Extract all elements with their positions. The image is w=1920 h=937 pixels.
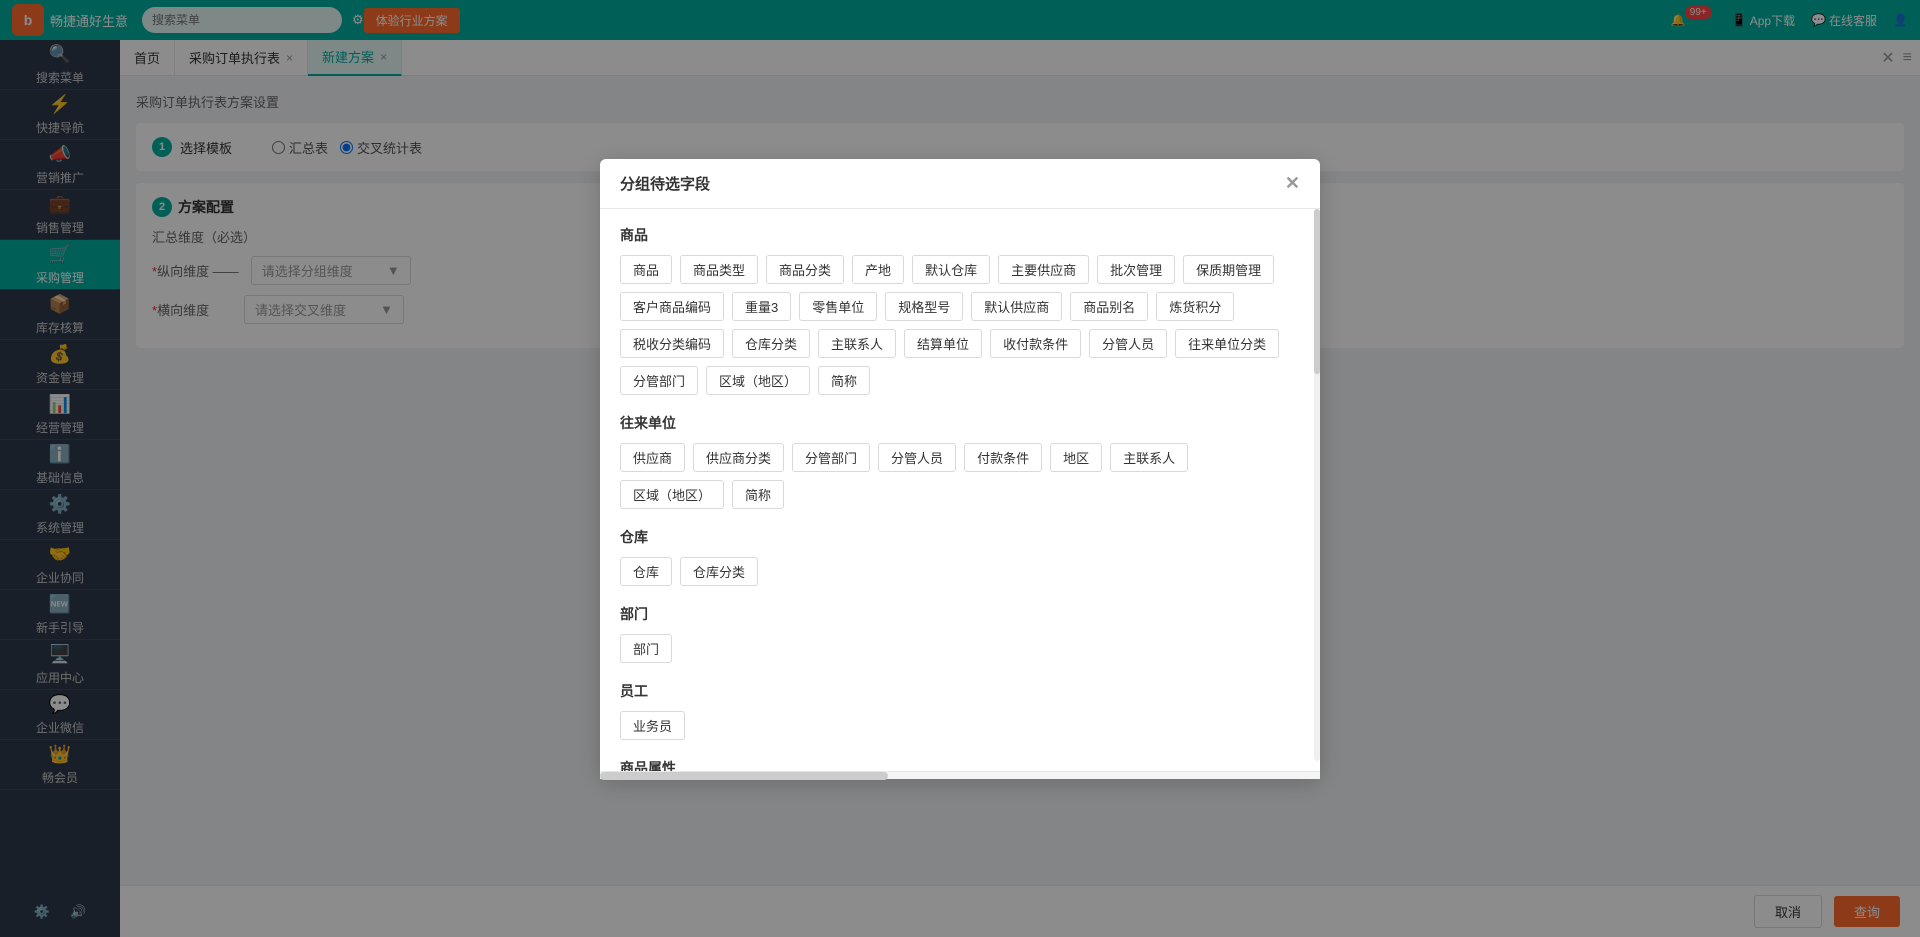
modal-horizontal-scrollbar[interactable] (600, 771, 1320, 779)
modal-title: 分组待选字段 (620, 173, 710, 194)
modal-vertical-scrollbar[interactable] (1314, 209, 1320, 761)
section-department: 部门 部门 (620, 604, 1300, 663)
section-product-attr-title: 商品属性 (620, 758, 1300, 771)
field-main-supplier[interactable]: 主要供应商 (998, 255, 1089, 284)
section-warehouse-fields: 仓库 仓库分类 (620, 557, 1300, 586)
field-main-contact[interactable]: 主联系人 (818, 329, 896, 358)
field-points[interactable]: 炼货积分 (1156, 292, 1234, 321)
section-partner: 往来单位 供应商 供应商分类 分管部门 分管人员 付款条件 地区 主联系人 区域… (620, 413, 1300, 509)
section-employee: 员工 业务员 (620, 681, 1300, 740)
field-retail-unit[interactable]: 零售单位 (799, 292, 877, 321)
field-product-type[interactable]: 商品类型 (680, 255, 758, 284)
field-manager[interactable]: 分管人员 (1089, 329, 1167, 358)
field-warehouse[interactable]: 仓库 (620, 557, 672, 586)
field-abbr-product[interactable]: 简称 (818, 366, 870, 395)
modal-overlay: 分组待选字段 ✕ 商品 商品 商品类型 商品分类 产地 默认仓库 主要供应商 批… (0, 0, 1920, 937)
field-origin[interactable]: 产地 (852, 255, 904, 284)
section-employee-fields: 业务员 (620, 711, 1300, 740)
field-department[interactable]: 部门 (620, 634, 672, 663)
field-supplier-category[interactable]: 供应商分类 (693, 443, 784, 472)
section-warehouse-title: 仓库 (620, 527, 1300, 547)
section-department-fields: 部门 (620, 634, 1300, 663)
section-warehouse: 仓库 仓库 仓库分类 (620, 527, 1300, 586)
modal-close-btn[interactable]: ✕ (1285, 174, 1300, 192)
section-partner-fields: 供应商 供应商分类 分管部门 分管人员 付款条件 地区 主联系人 区域（地区） … (620, 443, 1300, 509)
section-partner-title: 往来单位 (620, 413, 1300, 433)
field-customer-code[interactable]: 客户商品编码 (620, 292, 724, 321)
modal-header: 分组待选字段 ✕ (600, 159, 1320, 209)
field-shelf-life[interactable]: 保质期管理 (1183, 255, 1274, 284)
section-product: 商品 商品 商品类型 商品分类 产地 默认仓库 主要供应商 批次管理 保质期管理… (620, 225, 1300, 395)
section-employee-title: 员工 (620, 681, 1300, 701)
field-region-product[interactable]: 区域（地区） (706, 366, 810, 395)
field-tax-code[interactable]: 税收分类编码 (620, 329, 724, 358)
modal-body: 商品 商品 商品类型 商品分类 产地 默认仓库 主要供应商 批次管理 保质期管理… (600, 209, 1320, 771)
field-warehouse-cat[interactable]: 仓库分类 (680, 557, 758, 586)
field-region-partner[interactable]: 区域（地区） (620, 480, 724, 509)
field-batch-mgmt[interactable]: 批次管理 (1097, 255, 1175, 284)
field-pay-terms[interactable]: 付款条件 (964, 443, 1042, 472)
field-supplier[interactable]: 供应商 (620, 443, 685, 472)
field-salesperson[interactable]: 业务员 (620, 711, 685, 740)
field-payment-terms[interactable]: 收付款条件 (990, 329, 1081, 358)
field-settle-unit[interactable]: 结算单位 (904, 329, 982, 358)
field-default-warehouse[interactable]: 默认仓库 (912, 255, 990, 284)
field-weight3[interactable]: 重量3 (732, 292, 791, 321)
section-product-title: 商品 (620, 225, 1300, 245)
field-partner-contact[interactable]: 主联系人 (1110, 443, 1188, 472)
field-default-supplier[interactable]: 默认供应商 (971, 292, 1062, 321)
section-product-fields: 商品 商品类型 商品分类 产地 默认仓库 主要供应商 批次管理 保质期管理 客户… (620, 255, 1300, 395)
modal-vscroll-thumb (1314, 209, 1320, 375)
field-area[interactable]: 地区 (1050, 443, 1102, 472)
field-product[interactable]: 商品 (620, 255, 672, 284)
field-partner-category[interactable]: 往来单位分类 (1175, 329, 1279, 358)
field-product-alias[interactable]: 商品别名 (1070, 292, 1148, 321)
modal: 分组待选字段 ✕ 商品 商品 商品类型 商品分类 产地 默认仓库 主要供应商 批… (600, 159, 1320, 779)
field-abbr-partner[interactable]: 简称 (732, 480, 784, 509)
field-manage-dept[interactable]: 分管部门 (792, 443, 870, 472)
field-manage-person[interactable]: 分管人员 (878, 443, 956, 472)
modal-scroll-thumb (600, 772, 888, 780)
field-spec-model[interactable]: 规格型号 (885, 292, 963, 321)
section-department-title: 部门 (620, 604, 1300, 624)
field-dept[interactable]: 分管部门 (620, 366, 698, 395)
field-warehouse-category[interactable]: 仓库分类 (732, 329, 810, 358)
field-product-category[interactable]: 商品分类 (766, 255, 844, 284)
section-product-attr: 商品属性 属性 颜色 多规格 尺码 鞋码 1 (620, 758, 1300, 771)
